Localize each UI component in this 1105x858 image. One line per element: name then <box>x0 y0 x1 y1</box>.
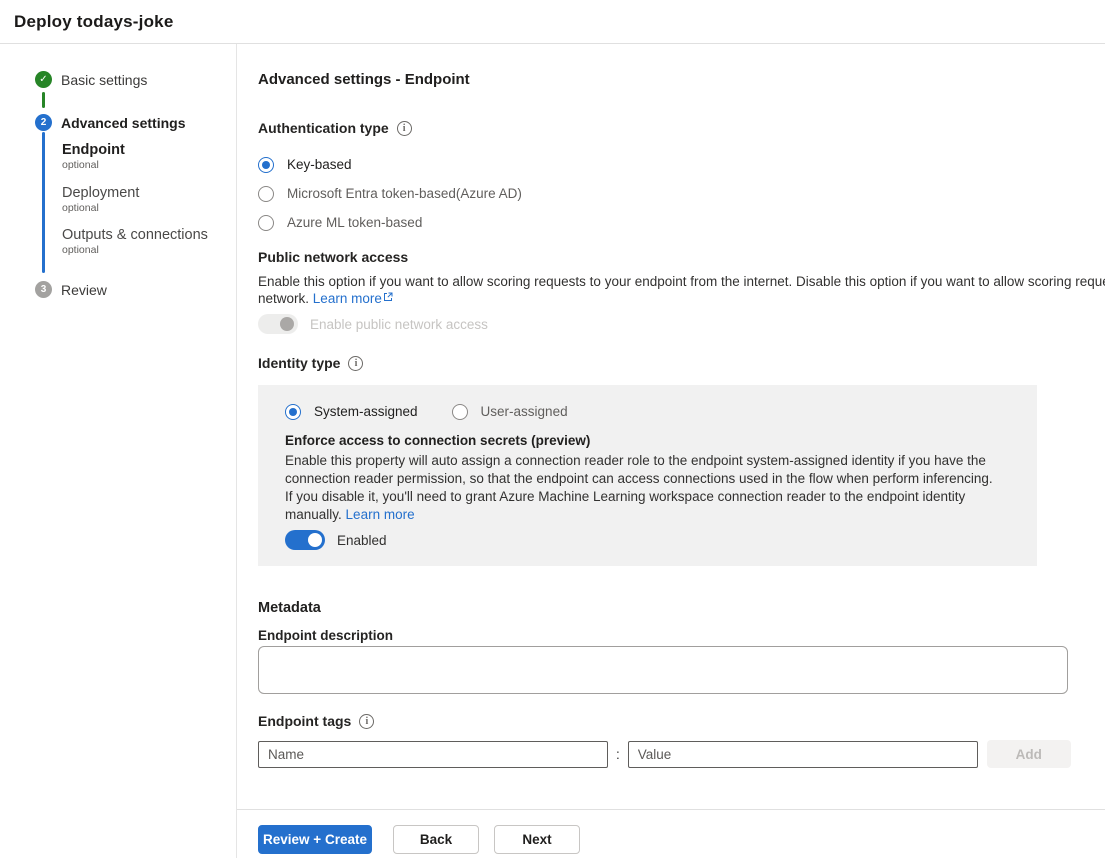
public-network-access-label: Public network access <box>258 249 1105 265</box>
toggle-knob <box>280 317 294 331</box>
endpoint-description-label: Endpoint description <box>258 628 1105 643</box>
enforce-secrets-toggle[interactable] <box>285 530 325 550</box>
radio-unselected-icon <box>452 404 468 420</box>
enable-public-network-toggle[interactable] <box>258 314 298 334</box>
page-header: Deploy todays-joke <box>0 0 1105 44</box>
public-network-toggle-row: Enable public network access <box>258 314 1105 334</box>
step-label-basic-settings: Basic settings <box>61 72 147 88</box>
tag-separator: : <box>616 747 620 762</box>
authentication-type-label: Authentication type i <box>258 120 1105 136</box>
radio-label-entra-token: Microsoft Entra token-based(Azure AD) <box>287 186 522 201</box>
enforce-secrets-toggle-label: Enabled <box>337 533 387 548</box>
learn-more-link[interactable]: Learn more <box>313 291 382 306</box>
toggle-knob <box>308 533 322 547</box>
endpoint-tags-text: Endpoint tags <box>258 713 351 729</box>
substep-label-deployment: Deployment <box>62 185 139 202</box>
review-create-button[interactable]: Review + Create <box>258 825 372 854</box>
enable-public-network-toggle-label: Enable public network access <box>310 317 488 332</box>
public-network-access-description: Enable this option if you want to allow … <box>258 273 1105 307</box>
advanced-settings-panel: Advanced settings - Endpoint Authenticat… <box>237 44 1105 858</box>
substep-label-endpoint: Endpoint <box>62 142 125 159</box>
step-number-3-icon: 3 <box>35 281 52 298</box>
page-title: Deploy todays-joke <box>14 12 1105 32</box>
step-number-2-icon: 2 <box>35 114 52 131</box>
step-label-advanced-settings: Advanced settings <box>61 115 185 131</box>
info-icon[interactable]: i <box>348 356 363 371</box>
radio-label-azureml-token: Azure ML token-based <box>287 215 422 230</box>
public-network-desc-line1: Enable this option if you want to allow … <box>258 273 1105 290</box>
external-link-icon <box>383 289 393 306</box>
radio-user-assigned[interactable]: User-assigned <box>452 403 568 420</box>
sidebar-substep-outputs-connections[interactable]: Outputs & connections optional <box>62 227 208 257</box>
wizard-footer: Review + Create Back Next <box>237 809 1105 854</box>
radio-selected-icon <box>285 404 301 420</box>
radio-label-key-based: Key-based <box>287 157 352 172</box>
radio-selected-icon <box>258 157 274 173</box>
radio-unselected-icon <box>258 215 274 231</box>
info-icon[interactable]: i <box>397 121 412 136</box>
identity-type-text: Identity type <box>258 355 340 371</box>
authentication-type-text: Authentication type <box>258 120 389 136</box>
radio-label-user-assigned: User-assigned <box>481 404 568 419</box>
metadata-heading: Metadata <box>258 600 1105 616</box>
enforce-secrets-description: Enable this property will auto assign a … <box>285 452 997 524</box>
enforce-secrets-title: Enforce access to connection secrets (pr… <box>285 433 1010 448</box>
substep-note-optional: optional <box>62 202 139 215</box>
identity-radio-group: System-assigned User-assigned <box>285 403 1010 420</box>
panel-heading: Advanced settings - Endpoint <box>258 71 1105 88</box>
sidebar-substep-endpoint[interactable]: Endpoint optional <box>62 142 125 172</box>
radio-key-based[interactable]: Key-based <box>258 156 1105 173</box>
wizard-steps-sidebar: ✓ Basic settings 2 Advanced settings End… <box>0 44 237 858</box>
info-icon[interactable]: i <box>359 714 374 729</box>
enforce-secrets-toggle-row: Enabled <box>285 530 1010 550</box>
radio-entra-token-based[interactable]: Microsoft Entra token-based(Azure AD) <box>258 185 1105 202</box>
public-network-desc-line2-text: network. <box>258 291 309 306</box>
sidebar-substep-deployment[interactable]: Deployment optional <box>62 185 139 215</box>
substep-note-optional: optional <box>62 244 208 257</box>
substep-label-outputs-connections: Outputs & connections <box>62 227 208 244</box>
radio-label-system-assigned: System-assigned <box>314 404 418 419</box>
tag-name-input[interactable] <box>258 741 608 768</box>
substep-note-optional: optional <box>62 159 125 172</box>
identity-type-label: Identity type i <box>258 355 1105 371</box>
add-tag-button[interactable]: Add <box>987 740 1071 768</box>
public-network-desc-line2: network. Learn more <box>258 290 1105 307</box>
radio-system-assigned[interactable]: System-assigned <box>285 403 418 420</box>
endpoint-tags-label: Endpoint tags i <box>258 713 1105 729</box>
learn-more-link[interactable]: Learn more <box>346 507 415 522</box>
sidebar-step-review[interactable]: 3 Review <box>35 281 107 298</box>
sidebar-step-advanced-settings[interactable]: 2 Advanced settings <box>35 114 185 131</box>
endpoint-description-input[interactable] <box>258 646 1068 694</box>
check-icon: ✓ <box>35 71 52 88</box>
sidebar-step-basic-settings[interactable]: ✓ Basic settings <box>35 71 147 88</box>
authentication-type-radio-group: Key-based Microsoft Entra token-based(Az… <box>258 156 1105 231</box>
public-network-access-text: Public network access <box>258 249 408 265</box>
tag-value-input[interactable] <box>628 741 978 768</box>
step-connector-complete <box>42 92 45 108</box>
endpoint-tags-row: : Add <box>258 740 1105 768</box>
radio-unselected-icon <box>258 186 274 202</box>
next-button[interactable]: Next <box>494 825 580 854</box>
step-label-review: Review <box>61 282 107 298</box>
radio-azureml-token-based[interactable]: Azure ML token-based <box>258 214 1105 231</box>
back-button[interactable]: Back <box>393 825 479 854</box>
step-connector-current <box>42 132 45 273</box>
identity-settings-panel: System-assigned User-assigned Enforce ac… <box>258 385 1037 566</box>
